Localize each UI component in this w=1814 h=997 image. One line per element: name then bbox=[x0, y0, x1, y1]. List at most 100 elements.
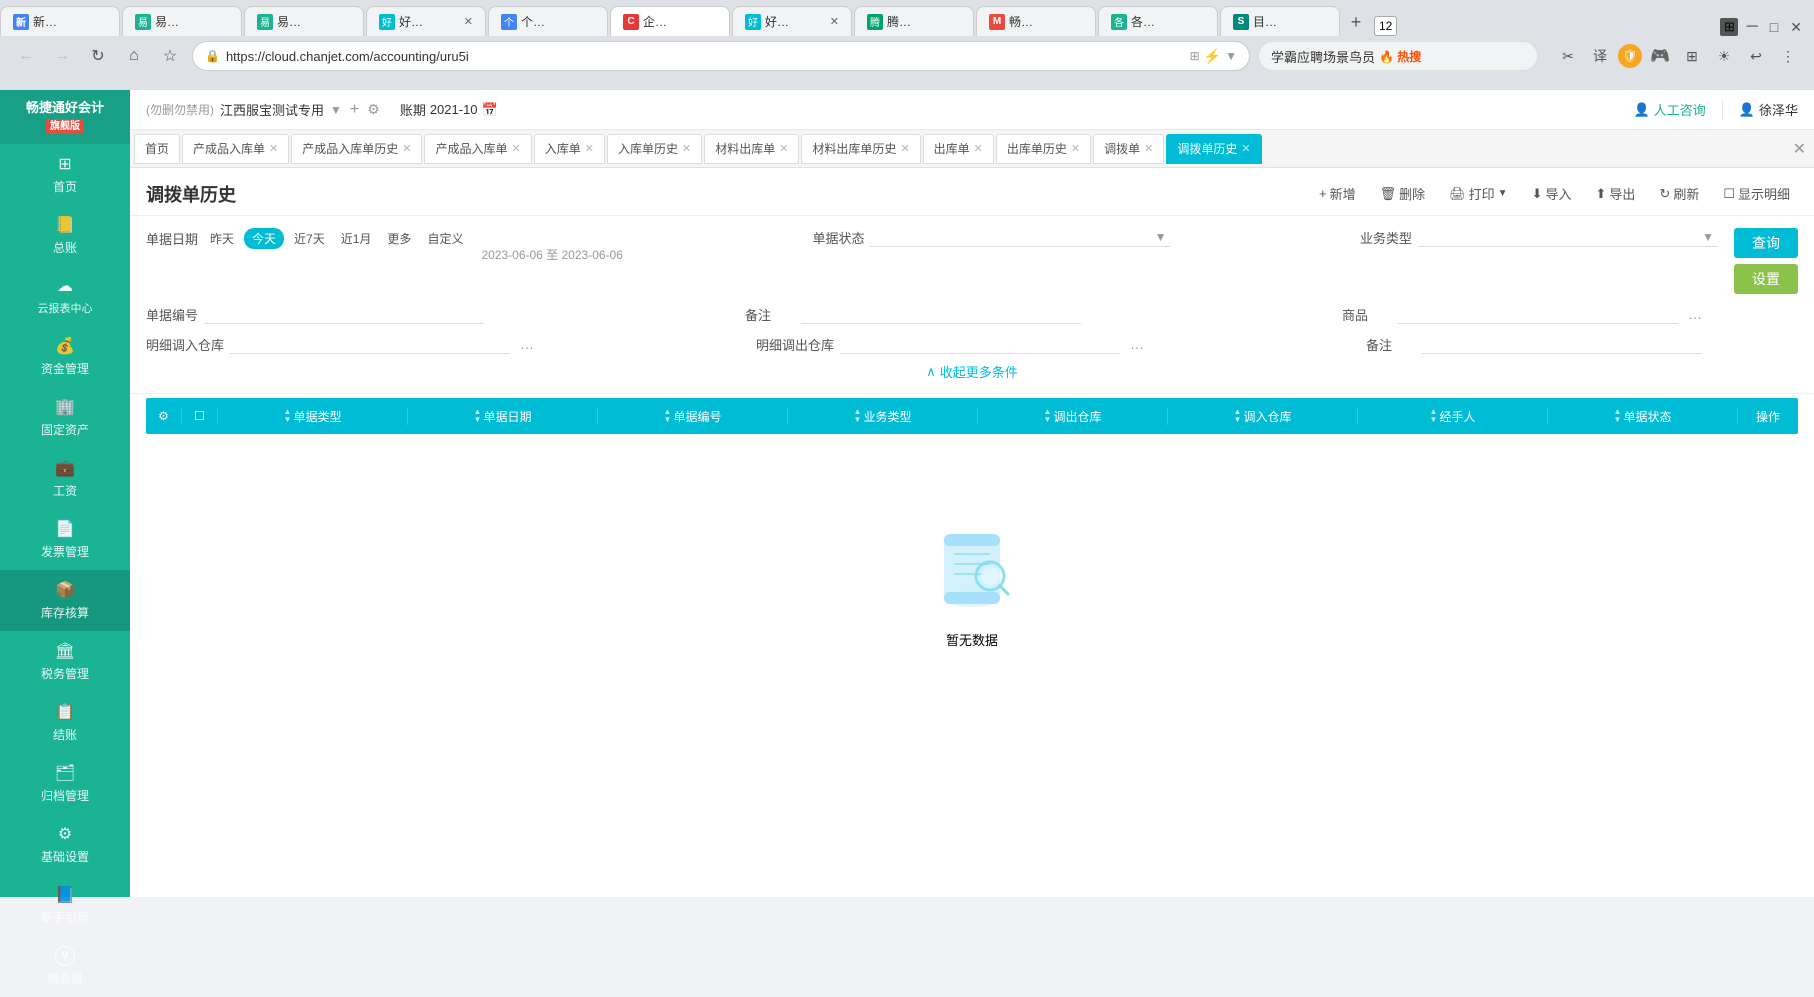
cut-tool-button[interactable]: ✂ bbox=[1554, 42, 1582, 70]
collapse-button[interactable]: ∧ 收起更多条件 bbox=[926, 362, 1018, 381]
company-settings-button[interactable]: ⚙ bbox=[367, 101, 380, 118]
browser-tab-4[interactable]: 好 好… ✕ bbox=[366, 6, 486, 36]
th-doc-number[interactable]: ▲▼ 单据编号 bbox=[598, 408, 788, 425]
translate-tool-button[interactable]: 译 bbox=[1586, 42, 1614, 70]
close-all-tab-button[interactable]: ✕ bbox=[1793, 139, 1814, 159]
new-button[interactable]: + 新增 bbox=[1311, 180, 1364, 207]
settings-button[interactable]: 设置 bbox=[1734, 264, 1798, 294]
page-tab-material-out-history[interactable]: 材料出库单历史 ✕ bbox=[801, 134, 920, 164]
browser-tab-8[interactable]: 腾 腾… bbox=[854, 6, 974, 36]
calendar-icon[interactable]: 📅 bbox=[482, 102, 498, 118]
th-checkbox[interactable]: ☐ bbox=[182, 409, 218, 423]
url-bar[interactable]: 🔒 https://cloud.chanjet.com/accounting/u… bbox=[192, 41, 1250, 71]
th-biz-type[interactable]: ▲▼ 业务类型 bbox=[788, 408, 978, 425]
th-transfer-in[interactable]: ▲▼ 调入仓库 bbox=[1168, 408, 1358, 425]
company-selector[interactable]: (勿删勿禁用) 江西服宝测试专用 ▼ bbox=[146, 100, 342, 119]
browser-tab-6[interactable]: C 企… bbox=[610, 6, 730, 36]
sidebar-logo[interactable]: 畅捷通好会计 旗舰版 bbox=[0, 90, 130, 144]
extension2-button[interactable]: 🎮 bbox=[1646, 42, 1674, 70]
bookmark-button[interactable]: ☆ bbox=[156, 42, 184, 70]
th-doc-status[interactable]: ▲▼ 单据状态 bbox=[1548, 408, 1738, 425]
sidebar-item-member[interactable]: V 畅会员 bbox=[0, 936, 130, 997]
search-bar[interactable]: 学霸应聘场景鸟员 🔥 热搜 bbox=[1258, 41, 1538, 71]
remark-input[interactable] bbox=[801, 304, 1081, 324]
transfer-in-ellipsis-icon[interactable]: … bbox=[520, 336, 534, 352]
tab-material-out-close[interactable]: ✕ bbox=[779, 142, 788, 155]
sidebar-item-wages[interactable]: 💼 工资 bbox=[0, 448, 130, 509]
page-tab-out-history[interactable]: 出库单历史 ✕ bbox=[996, 134, 1091, 164]
sidebar-item-finance[interactable]: 💰 资金管理 bbox=[0, 326, 130, 387]
tab-in-history-close[interactable]: ✕ bbox=[682, 142, 691, 155]
home-button[interactable]: ⌂ bbox=[120, 42, 148, 70]
query-button[interactable]: 查询 bbox=[1734, 228, 1798, 258]
tab-out-order-close[interactable]: ✕ bbox=[974, 142, 983, 155]
date-btn-7days[interactable]: 近7天 bbox=[288, 228, 331, 249]
biztype-select[interactable]: ▼ bbox=[1418, 228, 1718, 247]
sidebar-item-home[interactable]: ⊞ 首页 bbox=[0, 144, 130, 205]
page-tab-product-in2[interactable]: 产成品入库单 ✕ bbox=[424, 134, 531, 164]
tab-transfer-close[interactable]: ✕ bbox=[1144, 142, 1153, 155]
page-tab-in-order[interactable]: 入库单 ✕ bbox=[534, 134, 605, 164]
page-tab-in-history[interactable]: 入库单历史 ✕ bbox=[607, 134, 702, 164]
new-tab-button[interactable]: + bbox=[1342, 8, 1370, 36]
page-tab-out-order[interactable]: 出库单 ✕ bbox=[923, 134, 994, 164]
date-btn-today[interactable]: 今天 bbox=[244, 228, 284, 249]
browser-grid-icon[interactable]: ⊞ bbox=[1190, 49, 1200, 63]
sidebar-item-settings[interactable]: ⚙ 基础设置 bbox=[0, 814, 130, 875]
delete-button[interactable]: 🗑 删除 bbox=[1372, 180, 1434, 207]
sidebar-item-tax[interactable]: 🏛 税务管理 bbox=[0, 631, 130, 692]
sidebar-item-closing[interactable]: 📋 结账 bbox=[0, 692, 130, 753]
tab4-close-icon[interactable]: ✕ bbox=[458, 15, 473, 28]
transfer-remark-input[interactable] bbox=[1422, 334, 1702, 354]
brightness-button[interactable]: ☀ bbox=[1710, 42, 1738, 70]
th-handler[interactable]: ▲▼ 经手人 bbox=[1358, 408, 1548, 425]
reload-button[interactable]: ↻ bbox=[84, 42, 112, 70]
browser-tab-9[interactable]: M 畅… bbox=[976, 6, 1096, 36]
browser-tab-3[interactable]: 易 易… bbox=[244, 6, 364, 36]
url-dropdown-icon[interactable]: ▼ bbox=[1225, 49, 1237, 63]
tab7-close-icon[interactable]: ✕ bbox=[824, 15, 839, 28]
th-doc-date[interactable]: ▲▼ 单据日期 bbox=[408, 408, 598, 425]
page-tab-transfer[interactable]: 调拨单 ✕ bbox=[1093, 134, 1164, 164]
sidebar-item-invoice[interactable]: 📄 发票管理 bbox=[0, 509, 130, 570]
th-doc-type[interactable]: ▲▼ 单据类型 bbox=[218, 408, 408, 425]
refresh-button[interactable]: ↻ 刷新 bbox=[1651, 180, 1707, 207]
date-btn-1month[interactable]: 近1月 bbox=[335, 228, 378, 249]
browser-tab-1[interactable]: 新 新… bbox=[0, 6, 120, 36]
date-btn-yesterday[interactable]: 昨天 bbox=[204, 228, 240, 249]
tab-transfer-history-close[interactable]: ✕ bbox=[1241, 142, 1250, 155]
sidebar-item-inventory[interactable]: 📦 库存核算 bbox=[0, 570, 130, 631]
undo-button[interactable]: ↩ bbox=[1742, 42, 1770, 70]
tab-material-out-history-close[interactable]: ✕ bbox=[900, 142, 909, 155]
close-window-button[interactable]: ✕ bbox=[1786, 19, 1806, 36]
transfer-in-input[interactable] bbox=[230, 334, 510, 354]
display-toggle-button[interactable]: ☐ 显示明细 bbox=[1715, 180, 1798, 207]
select-all-checkbox[interactable]: ☐ bbox=[194, 409, 205, 423]
tab-product-in2-close[interactable]: ✕ bbox=[512, 142, 521, 155]
date-btn-custom[interactable]: 自定义 bbox=[421, 228, 469, 249]
browser-tab-5[interactable]: 个 个… bbox=[488, 6, 608, 36]
tab-product-in-history-close[interactable]: ✕ bbox=[402, 142, 411, 155]
date-btn-more[interactable]: 更多 bbox=[381, 228, 417, 249]
page-tab-product-in[interactable]: 产成品入库单 ✕ bbox=[182, 134, 289, 164]
th-transfer-out[interactable]: ▲▼ 调出仓库 bbox=[978, 408, 1168, 425]
status-select[interactable]: ▼ bbox=[870, 228, 1170, 247]
goods-input[interactable] bbox=[1398, 304, 1678, 324]
forward-button[interactable]: → bbox=[48, 42, 76, 70]
browser-tab-10[interactable]: 各 各… bbox=[1098, 6, 1218, 36]
browser-tab-2[interactable]: 易 易… bbox=[122, 6, 242, 36]
tab-product-in-close[interactable]: ✕ bbox=[269, 142, 278, 155]
company-dropdown-icon[interactable]: ▼ bbox=[330, 103, 342, 117]
sidebar-item-ledger[interactable]: 📒 总账 bbox=[0, 205, 130, 266]
grid-apps-button[interactable]: ⊞ bbox=[1678, 42, 1706, 70]
doc-number-input[interactable] bbox=[204, 304, 484, 324]
sidebar-item-guide[interactable]: 📘 新手引导 bbox=[0, 875, 130, 936]
goods-ellipsis-icon[interactable]: … bbox=[1688, 306, 1702, 322]
menu-button[interactable]: ⋮ bbox=[1774, 42, 1802, 70]
service-button[interactable]: 👤 人工咨询 bbox=[1634, 100, 1706, 119]
tab-grid-icon[interactable]: ⊞ bbox=[1720, 18, 1738, 36]
browser-tab-11[interactable]: S 目… bbox=[1220, 6, 1340, 36]
sidebar-item-assets[interactable]: 🏢 固定资产 bbox=[0, 387, 130, 448]
sidebar-item-archive[interactable]: 🗂 归档管理 bbox=[0, 753, 130, 814]
transfer-out-input[interactable] bbox=[840, 334, 1120, 354]
